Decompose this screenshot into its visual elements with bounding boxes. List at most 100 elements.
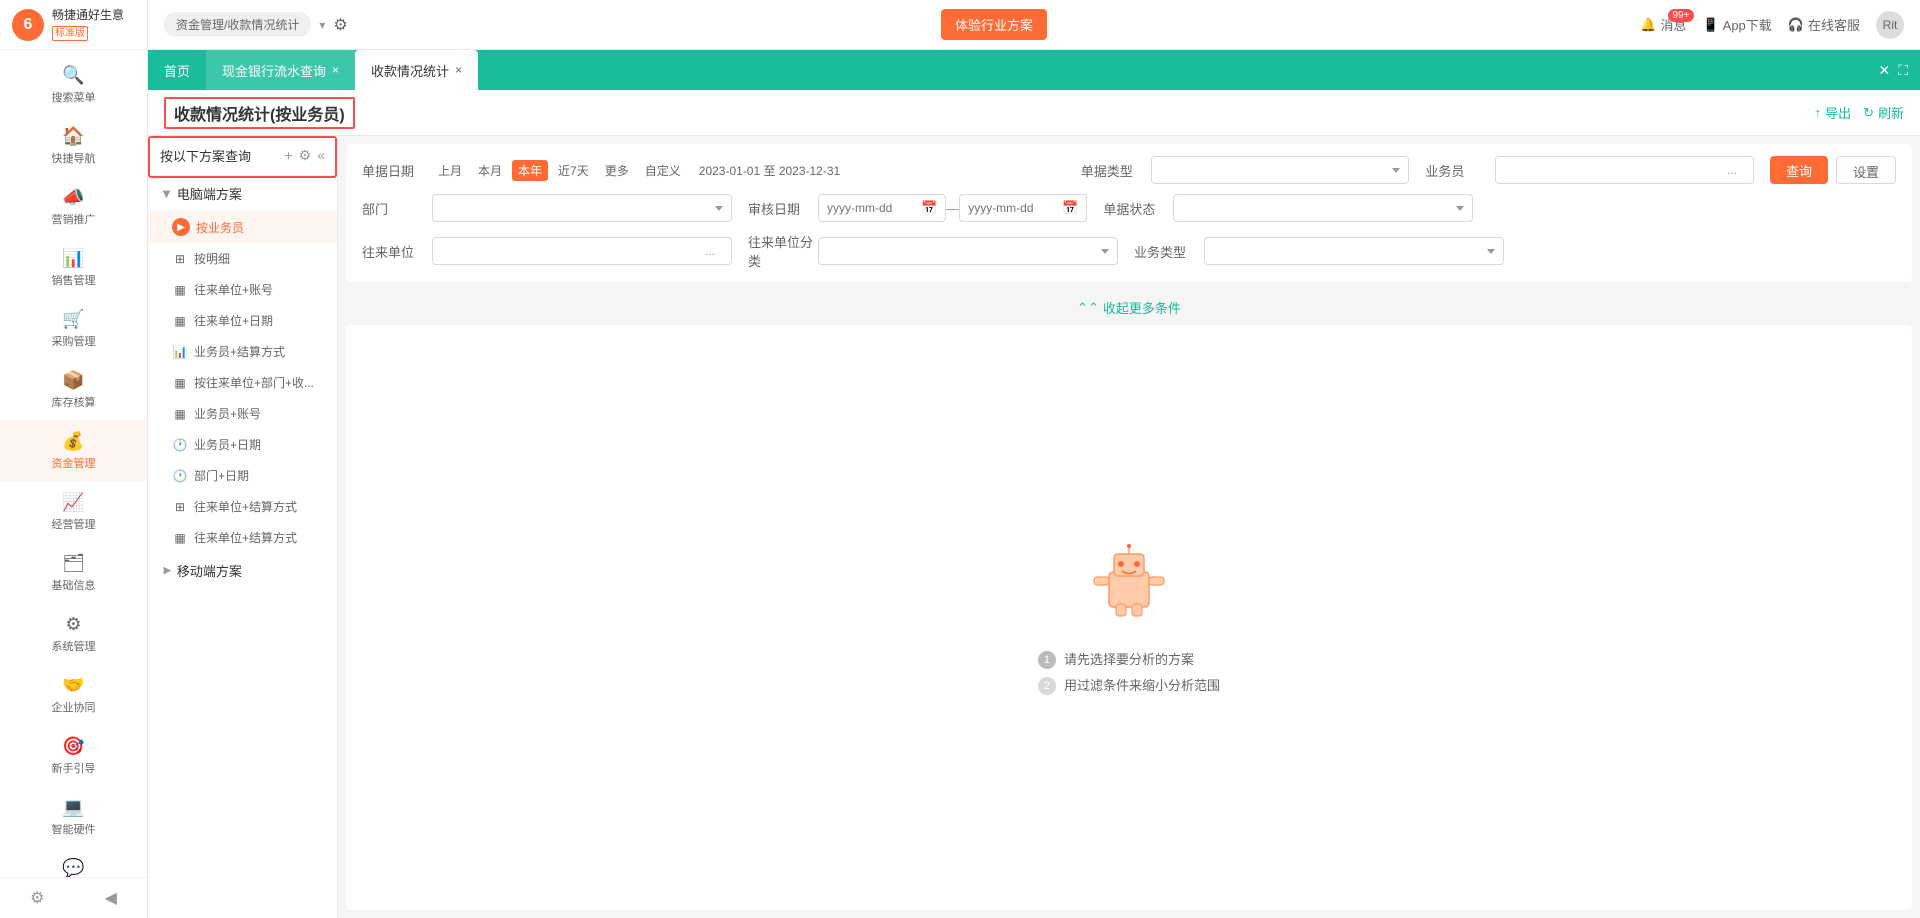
section-label: 电脑端方案	[177, 184, 242, 203]
date-tab-thismonth[interactable]: 本月	[472, 160, 508, 181]
scheme-item-partner-account[interactable]: ▦ 往来单位+账号	[148, 274, 337, 305]
export-btn[interactable]: ↑ 导出	[1815, 103, 1852, 122]
sidebar-item-label: 采购管理	[52, 333, 96, 349]
audit-date-from[interactable]: 📅	[818, 194, 946, 222]
scheme-item-salesperson[interactable]: ▶ 按业务员	[148, 211, 337, 243]
section-label: 移动端方案	[177, 561, 242, 580]
date-tab-7days[interactable]: 近7天	[552, 160, 595, 181]
sidebar-item-finance[interactable]: 💰 资金管理	[0, 420, 147, 481]
sidebar-item-basic[interactable]: 🗂 基础信息	[0, 542, 147, 603]
partner-dots[interactable]: ...	[705, 244, 715, 258]
scheme-item-salesperson-settle[interactable]: 📊 业务员+结算方式	[148, 336, 337, 367]
collapse-footer-btn[interactable]: ◀	[105, 888, 117, 908]
partner-category-select[interactable]	[818, 237, 1118, 265]
scheme-section-mobile: ▼ 移动端方案	[148, 553, 337, 588]
scheme-add-btn[interactable]: +	[284, 147, 292, 164]
date-separator: —	[946, 201, 959, 216]
tab-collection[interactable]: 收款情况统计 ×	[355, 50, 478, 90]
sidebar-item-label: 销售管理	[52, 272, 96, 288]
tab-bank-close[interactable]: ×	[332, 63, 339, 77]
clock-icon: 🕐	[172, 468, 188, 484]
chart-icon: 📊	[172, 344, 188, 360]
date-tab-thisyear[interactable]: 本年	[512, 160, 548, 181]
sidebar-item-wechat[interactable]: 💬 企业微信	[0, 847, 147, 877]
scheme-item-dept-date[interactable]: 🕐 部门+日期	[148, 460, 337, 491]
win-maximize-btn[interactable]: ⛶	[1898, 50, 1908, 90]
tab-bank[interactable]: 现金银行流水查询 ×	[206, 50, 355, 90]
date-range-display: 2023-01-01 至 2023-12-31	[699, 162, 840, 179]
settings-btn[interactable]: 设置	[1836, 156, 1896, 184]
scheme-section-desktop-title[interactable]: ▼ 电脑端方案	[148, 176, 337, 211]
sidebar-item-shortcut[interactable]: 🏠 快捷导航	[0, 115, 147, 176]
business-type-label: 业务类型	[1134, 242, 1204, 261]
settings-footer-btn[interactable]: ⚙	[30, 888, 44, 908]
date-tab-lastmonth[interactable]: 上月	[432, 160, 468, 181]
scheme-item-salesperson-account[interactable]: ▦ 业务员+账号	[148, 398, 337, 429]
scheme-item-detail[interactable]: ⊞ 按明细	[148, 243, 337, 274]
service-label: 在线客服	[1808, 15, 1860, 34]
user-avatar[interactable]: Rit	[1876, 11, 1904, 39]
logo-area: 6 畅捷通好生意 标准版	[0, 0, 147, 50]
sidebar-item-purchase[interactable]: 🛒 采购管理	[0, 298, 147, 359]
operations-icon: 📈	[63, 491, 85, 513]
voucher-type-label: 单据类型	[1081, 161, 1151, 180]
tabs-spacer	[478, 50, 1878, 90]
scheme-section-mobile-title[interactable]: ▼ 移动端方案	[148, 553, 337, 588]
voucher-status-select[interactable]	[1173, 194, 1473, 222]
salesperson-dots[interactable]: ...	[1727, 163, 1737, 177]
salesperson-select[interactable]: ...	[1495, 156, 1754, 184]
sidebar-item-label: 系统管理	[52, 638, 96, 654]
query-btn[interactable]: 查询	[1770, 156, 1828, 184]
scheme-header-actions: + ⚙ «	[284, 147, 325, 164]
scheme-item-partner-date[interactable]: ▦ 往来单位+日期	[148, 305, 337, 336]
content-body: 按以下方案查询 + ⚙ « ▼ 电脑端方案 ▶	[148, 136, 1920, 918]
service-btn[interactable]: 🎧 在线客服	[1788, 15, 1860, 34]
filter-row-3: 往来单位 ... 往来单位分类 业务类型	[362, 232, 1896, 270]
logo-icon: 6	[12, 9, 44, 41]
scheme-collapse-btn[interactable]: «	[317, 147, 325, 164]
partner-select[interactable]: ...	[432, 237, 732, 265]
collapse-btn[interactable]: ⌃⌃ 收起更多条件	[346, 290, 1912, 325]
service-icon: 🎧	[1788, 17, 1804, 33]
refresh-icon: ↻	[1863, 105, 1874, 121]
sidebar-item-marketing[interactable]: 📣 营销推广	[0, 176, 147, 237]
win-close-btn[interactable]: ✕	[1878, 50, 1890, 90]
trial-btn[interactable]: 体验行业方案	[941, 9, 1047, 40]
breadcrumb-arrow[interactable]: ▾	[319, 18, 325, 32]
tab-home[interactable]: 首页	[148, 50, 206, 90]
sidebar-item-system[interactable]: ⚙ 系统管理	[0, 603, 147, 664]
logo-text: 畅捷通好生意 标准版	[52, 8, 124, 41]
sidebar-item-search[interactable]: 🔍 搜索菜单	[0, 54, 147, 115]
empty-step-2: 2 用过滤条件来缩小分析范围	[1038, 673, 1220, 699]
wechat-icon: 💬	[63, 857, 85, 877]
msg-btn[interactable]: 🔔 消息 99+	[1640, 15, 1686, 34]
main-area: 资金管理/收款情况统计 ▾ ⚙ 体验行业方案 🔔 消息 99+ 📱 App下载 …	[148, 0, 1920, 918]
audit-date-from-input[interactable]	[827, 201, 917, 215]
scheme-item-salesperson-date[interactable]: 🕐 业务员+日期	[148, 429, 337, 460]
business-type-select[interactable]	[1204, 237, 1504, 265]
scheme-settings-btn[interactable]: ⚙	[299, 147, 312, 164]
dept-select[interactable]	[432, 194, 732, 222]
date-tab-custom[interactable]: 自定义	[639, 160, 687, 181]
refresh-btn[interactable]: ↻ 刷新	[1863, 103, 1904, 122]
audit-date-to[interactable]: 📅	[959, 194, 1087, 222]
sidebar-item-sales[interactable]: 📊 销售管理	[0, 237, 147, 298]
scheme-item-label: 部门+日期	[194, 467, 249, 484]
sidebar-item-hardware[interactable]: 💻 智能硬件	[0, 786, 147, 847]
sidebar-item-inventory[interactable]: 📦 库存核算	[0, 359, 147, 420]
scheme-item-partner-settle1[interactable]: ⊞ 往来单位+结算方式	[148, 491, 337, 522]
sidebar-item-guide[interactable]: 🎯 新手引导	[0, 725, 147, 786]
sidebar-item-operations[interactable]: 📈 经营管理	[0, 481, 147, 542]
scheme-item-partner-settle2[interactable]: ▦ 往来单位+结算方式	[148, 522, 337, 553]
sidebar-item-enterprise[interactable]: 🤝 企业协同	[0, 664, 147, 725]
audit-date-to-input[interactable]	[968, 201, 1058, 215]
download-btn[interactable]: 📱 App下载	[1702, 15, 1771, 34]
scheme-item-partner-dept-coll[interactable]: ▦ 按往来单位+部门+收...	[148, 367, 337, 398]
date-tab-more[interactable]: 更多	[599, 160, 635, 181]
section-arrow-icon: ▼	[159, 564, 174, 577]
voucher-status-label: 单据状态	[1103, 199, 1173, 218]
tab-collection-close[interactable]: ×	[455, 63, 462, 77]
scheme-item-label: 往来单位+账号	[194, 281, 273, 298]
voucher-type-select[interactable]	[1151, 156, 1410, 184]
topbar-gear-icon[interactable]: ⚙	[333, 15, 347, 35]
